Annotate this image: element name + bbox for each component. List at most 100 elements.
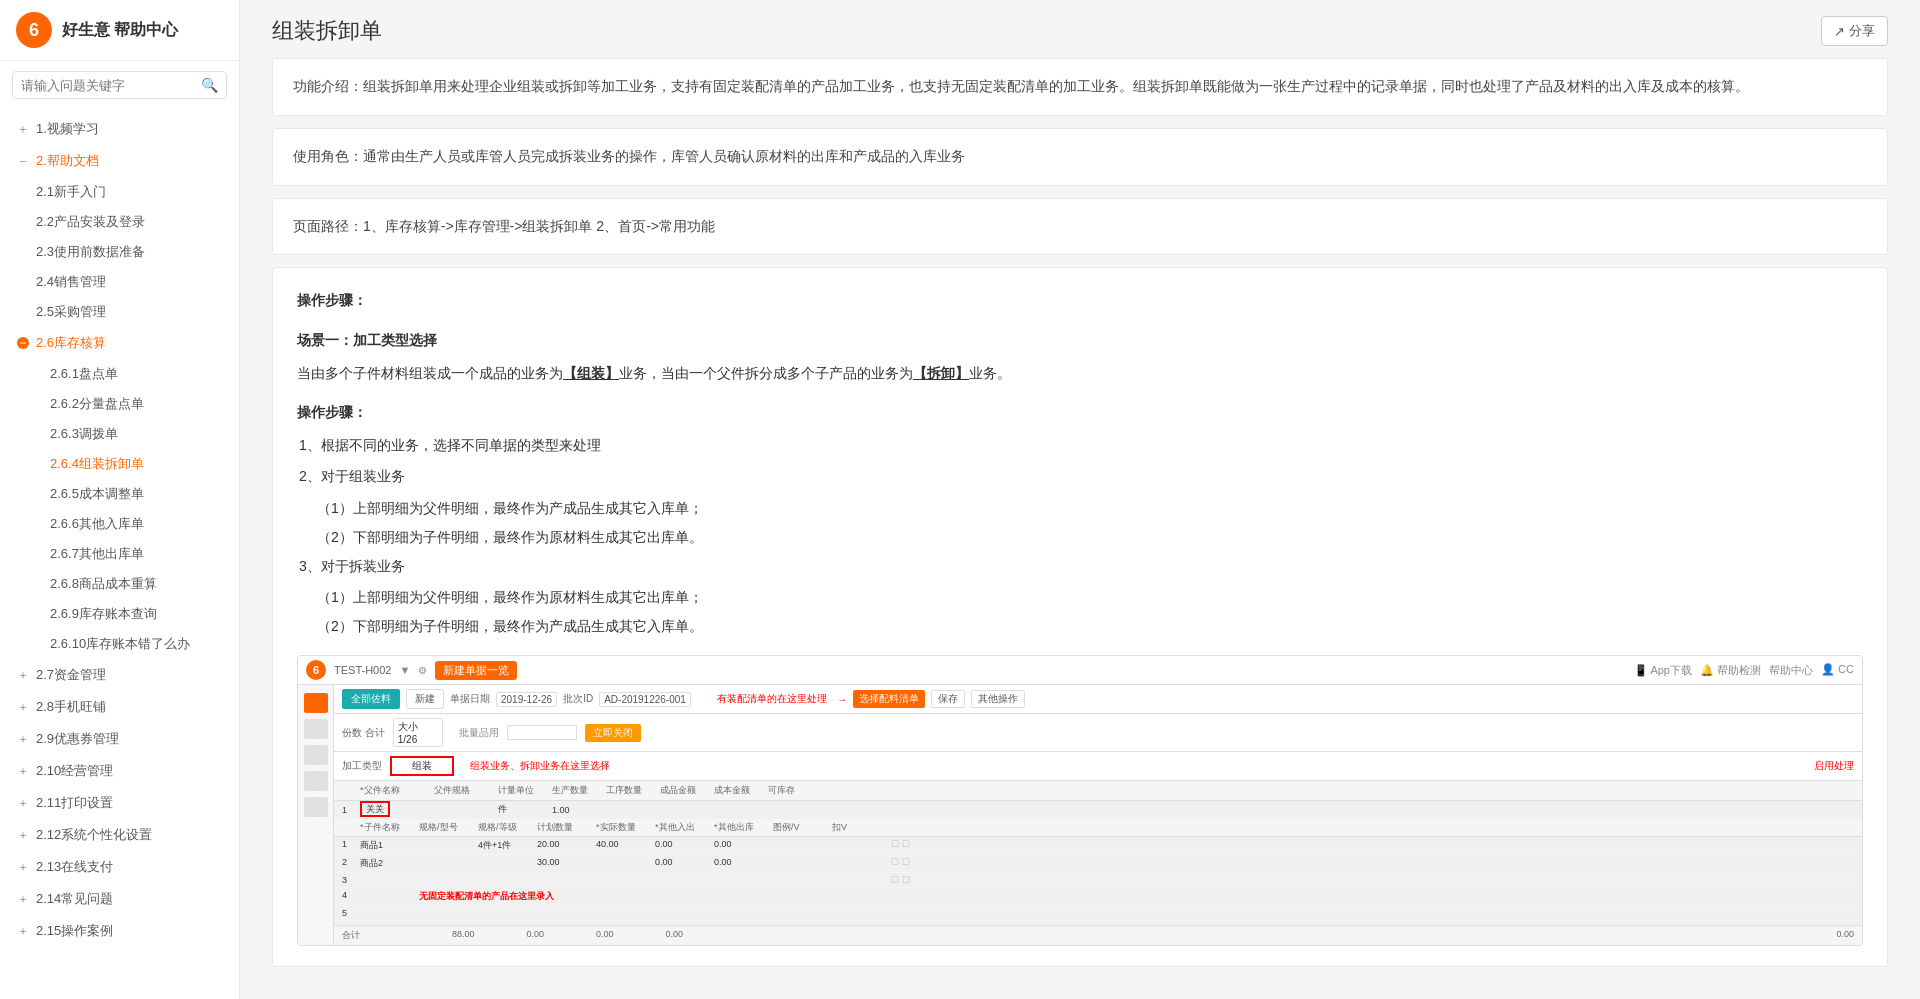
- sidebar-item-2-9[interactable]: ＋ 2.9优惠券管理: [0, 723, 239, 755]
- intro-block-1: 功能介绍：组装拆卸单用来处理企业组装或拆卸等加工业务，支持有固定装配清单的产品加…: [272, 58, 1888, 116]
- sidebar-item-2-15[interactable]: ＋ 2.15操作案例: [0, 915, 239, 947]
- sidebar-item-2-3[interactable]: 2.3使用前数据准备: [0, 237, 239, 267]
- intro-block-2: 使用角色：通常由生产人员或库管人员完成拆装业务的操作，库管人员确认原材料的出库和…: [272, 128, 1888, 186]
- mock-btn-new: 新建单据一览: [435, 661, 517, 680]
- mock-top-icons: 📱 App下载 🔔 帮助检测 帮助中心 👤 CC: [1634, 663, 1854, 678]
- plus-icon-2-13: ＋: [16, 860, 30, 874]
- mock-batch-input[interactable]: [507, 725, 577, 740]
- step-3-sub1: （1）上部明细为父件明细，最终作为原材料生成其它出库单；: [297, 585, 1863, 610]
- share-icon: ↗: [1834, 24, 1845, 39]
- sidebar-item-2-8[interactable]: ＋ 2.8手机旺铺: [0, 691, 239, 723]
- step-3-sub2: （2）下部明细为子件明细，最终作为产成品生成其它入库单。: [297, 614, 1863, 639]
- sidebar-item-2-6-6[interactable]: 2.6.6其他入库单: [0, 509, 239, 539]
- step-1: 1、根据不同的业务，选择不同单据的类型来处理: [297, 433, 1863, 458]
- step-3: 3、对于拆装业务: [297, 554, 1863, 579]
- nav-section: ＋ 1.视频学习 － 2.帮助文档 2.1新手入门 2.2产品安装及登录 2.3…: [0, 109, 239, 951]
- screenshot-container: 6 TEST-H002 ▼ ⚙ 新建单据一览 📱 App下载 🔔 帮助检测 帮助…: [297, 655, 1863, 946]
- search-box[interactable]: 🔍: [12, 71, 227, 99]
- sidebar-item-2-4[interactable]: 2.4销售管理: [0, 267, 239, 297]
- mock-type-selector: 加工类型 组装 组装业务、拆卸业务在这里选择 启用处理: [334, 752, 1862, 781]
- sidebar-item-2-6-3[interactable]: 2.6.3调拨单: [0, 419, 239, 449]
- mock-tab-new: 新建: [406, 689, 444, 709]
- mock-logo: 6: [306, 660, 326, 680]
- mock-form-area: 份数 合计 大小 1/26 批量品用 立即关闭: [334, 714, 1862, 752]
- sidebar-item-2-6-2[interactable]: 2.6.2分量盘点单: [0, 389, 239, 419]
- annotation-config: 有装配清单的在这里处理: [717, 692, 827, 706]
- mock-toolbar: 全部佐料 新建 单据日期 2019-12-26 批次ID AD-20191226…: [334, 685, 1862, 714]
- breadcrumb-block: 页面路径：1、库存核算->库存管理->组装拆卸单 2、首页->常用功能: [272, 198, 1888, 256]
- sidebar-item-2-6-10[interactable]: 2.6.10库存账本错了么办: [0, 629, 239, 659]
- sidebar-item-2-6-9[interactable]: 2.6.9库存账本查询: [0, 599, 239, 629]
- search-input[interactable]: [21, 78, 201, 93]
- sidebar-item-2-11[interactable]: ＋ 2.11打印设置: [0, 787, 239, 819]
- sidebar-item-2-6-5[interactable]: 2.6.5成本调整单: [0, 479, 239, 509]
- mock-lower-section: *子件名称 规格/型号 规格/等级 计划数量 *实际数量 *其他入出 *其他出库…: [334, 819, 1862, 925]
- breadcrumb: 页面路径：1、库存核算->库存管理->组装拆卸单 2、首页->常用功能: [293, 218, 715, 234]
- keyword-assemble: 【组装】: [563, 365, 619, 381]
- mock-lower-header: *子件名称 规格/型号 规格/等级 计划数量 *实际数量 *其他入出 *其他出库…: [334, 819, 1862, 837]
- mock-confirm-btn[interactable]: 立即关闭: [585, 724, 641, 742]
- ops-title: 操作步骤：: [297, 288, 1863, 313]
- sidebar-item-2-1[interactable]: 2.1新手入门: [0, 177, 239, 207]
- search-icon[interactable]: 🔍: [201, 77, 218, 93]
- mock-sidebar-icon-4: [304, 797, 328, 817]
- sidebar-item-2-5[interactable]: 2.5采购管理: [0, 297, 239, 327]
- sidebar-item-video[interactable]: ＋ 1.视频学习: [0, 113, 239, 145]
- mock-sidebar-icon-3: [304, 771, 328, 791]
- app-name: 好生意 帮助中心: [62, 20, 178, 41]
- main-content: 组装拆卸单 ↗ 分享 功能介绍：组装拆卸单用来处理企业组装或拆卸等加工业务，支持…: [240, 0, 1920, 999]
- app-logo: 6: [16, 12, 52, 48]
- mock-type-value: 组装: [390, 756, 454, 776]
- sidebar-item-2-6-4[interactable]: 2.6.4组装拆卸单: [0, 449, 239, 479]
- step-2-sub1: （1）上部明细为父件明细，最终作为产成品生成其它入库单；: [297, 496, 1863, 521]
- annotation-lower: 无固定装配清单的产品在这里录入: [419, 890, 554, 903]
- mock-lower-row-1: 1 商品1 4件+1件 20.00 40.00 0.00 0.00 ☐ ☐: [334, 837, 1862, 855]
- content-area: 功能介绍：组装拆卸单用来处理企业组装或拆卸等加工业务，支持有固定装配清单的产品加…: [240, 58, 1920, 999]
- keyword-disassemble: 【拆卸】: [913, 365, 969, 381]
- minus-icon: －: [16, 154, 30, 168]
- sidebar-header: 6 好生意 帮助中心: [0, 0, 239, 61]
- mock-tab-all: 全部佐料: [342, 689, 400, 709]
- plus-icon-2-14: ＋: [16, 892, 30, 906]
- mock-save-btn: 保存: [931, 690, 965, 708]
- sidebar-item-2-12[interactable]: ＋ 2.12系统个性化设置: [0, 819, 239, 851]
- mock-lower-row-5: 5: [334, 906, 1862, 921]
- mock-footer: 合计 88.00 0.00 0.00 0.00 0.00: [334, 925, 1862, 945]
- plus-icon-2-8: ＋: [16, 700, 30, 714]
- sidebar-item-2-10[interactable]: ＋ 2.10经营管理: [0, 755, 239, 787]
- sidebar-item-2-6[interactable]: 2.6库存核算: [0, 327, 239, 359]
- sidebar-item-2-2[interactable]: 2.2产品安装及登录: [0, 207, 239, 237]
- sidebar-item-2-13[interactable]: ＋ 2.13在线支付: [0, 851, 239, 883]
- scene1-desc: 当由多个子件材料组装成一个成品的业务为【组装】业务，当由一个父件拆分成多个子产品…: [297, 361, 1863, 386]
- sidebar-item-2-6-1[interactable]: 2.6.1盘点单: [0, 359, 239, 389]
- plus-icon: ＋: [16, 122, 30, 136]
- mock-lower-row-4: 4 无固定装配清单的产品在这里录入: [334, 888, 1862, 906]
- sidebar-item-2-7[interactable]: ＋ 2.7资金管理: [0, 659, 239, 691]
- page-title: 组装拆卸单: [272, 16, 382, 46]
- mock-select-config: 选择配料清单: [853, 690, 925, 708]
- intro-text-2: 使用角色：通常由生产人员或库管人员完成拆装业务的操作，库管人员确认原材料的出库和…: [293, 148, 965, 164]
- mock-lower-row-3: 3 ☐ ☐: [334, 873, 1862, 888]
- sidebar-item-docs[interactable]: － 2.帮助文档: [0, 145, 239, 177]
- mock-action-btn: 其他操作: [971, 690, 1025, 708]
- step-2: 2、对于组装业务: [297, 464, 1863, 489]
- sidebar-item-2-6-8[interactable]: 2.6.8商品成本重算: [0, 569, 239, 599]
- mock-date: 2019-12-26: [496, 692, 557, 707]
- main-header: 组装拆卸单 ↗ 分享: [240, 0, 1920, 58]
- minus-circle-icon: [16, 336, 30, 350]
- mock-main: 全部佐料 新建 单据日期 2019-12-26 批次ID AD-20191226…: [298, 685, 1862, 945]
- mock-sidebar-icon-home: [304, 693, 328, 713]
- content-body: 操作步骤： 场景一：加工类型选择 当由多个子件材料组装成一个成品的业务为【组装】…: [272, 267, 1888, 967]
- share-button[interactable]: ↗ 分享: [1821, 16, 1888, 46]
- mock-upper-table-header: *父件名称 父件规格 计量单位 生产数量 工序数量 成品金额 成本金额 可库存: [334, 781, 1862, 801]
- sidebar-item-2-6-7[interactable]: 2.6.7其他出库单: [0, 539, 239, 569]
- sidebar-item-2-14[interactable]: ＋ 2.14常见问题: [0, 883, 239, 915]
- svg-rect-1: [20, 343, 26, 344]
- mock-batch-id: AD-20191226-001: [599, 692, 691, 707]
- annotation-qty: 启用处理: [1814, 759, 1854, 773]
- intro-text-1: 功能介绍：组装拆卸单用来处理企业组装或拆卸等加工业务，支持有固定装配清单的产品加…: [293, 78, 1749, 94]
- plus-icon-2-9: ＋: [16, 732, 30, 746]
- mock-lower-row-2: 2 商品2 30.00 0.00 0.00 ☐ ☐: [334, 855, 1862, 873]
- plus-icon-2-11: ＋: [16, 796, 30, 810]
- mock-form-content: 全部佐料 新建 单据日期 2019-12-26 批次ID AD-20191226…: [334, 685, 1862, 945]
